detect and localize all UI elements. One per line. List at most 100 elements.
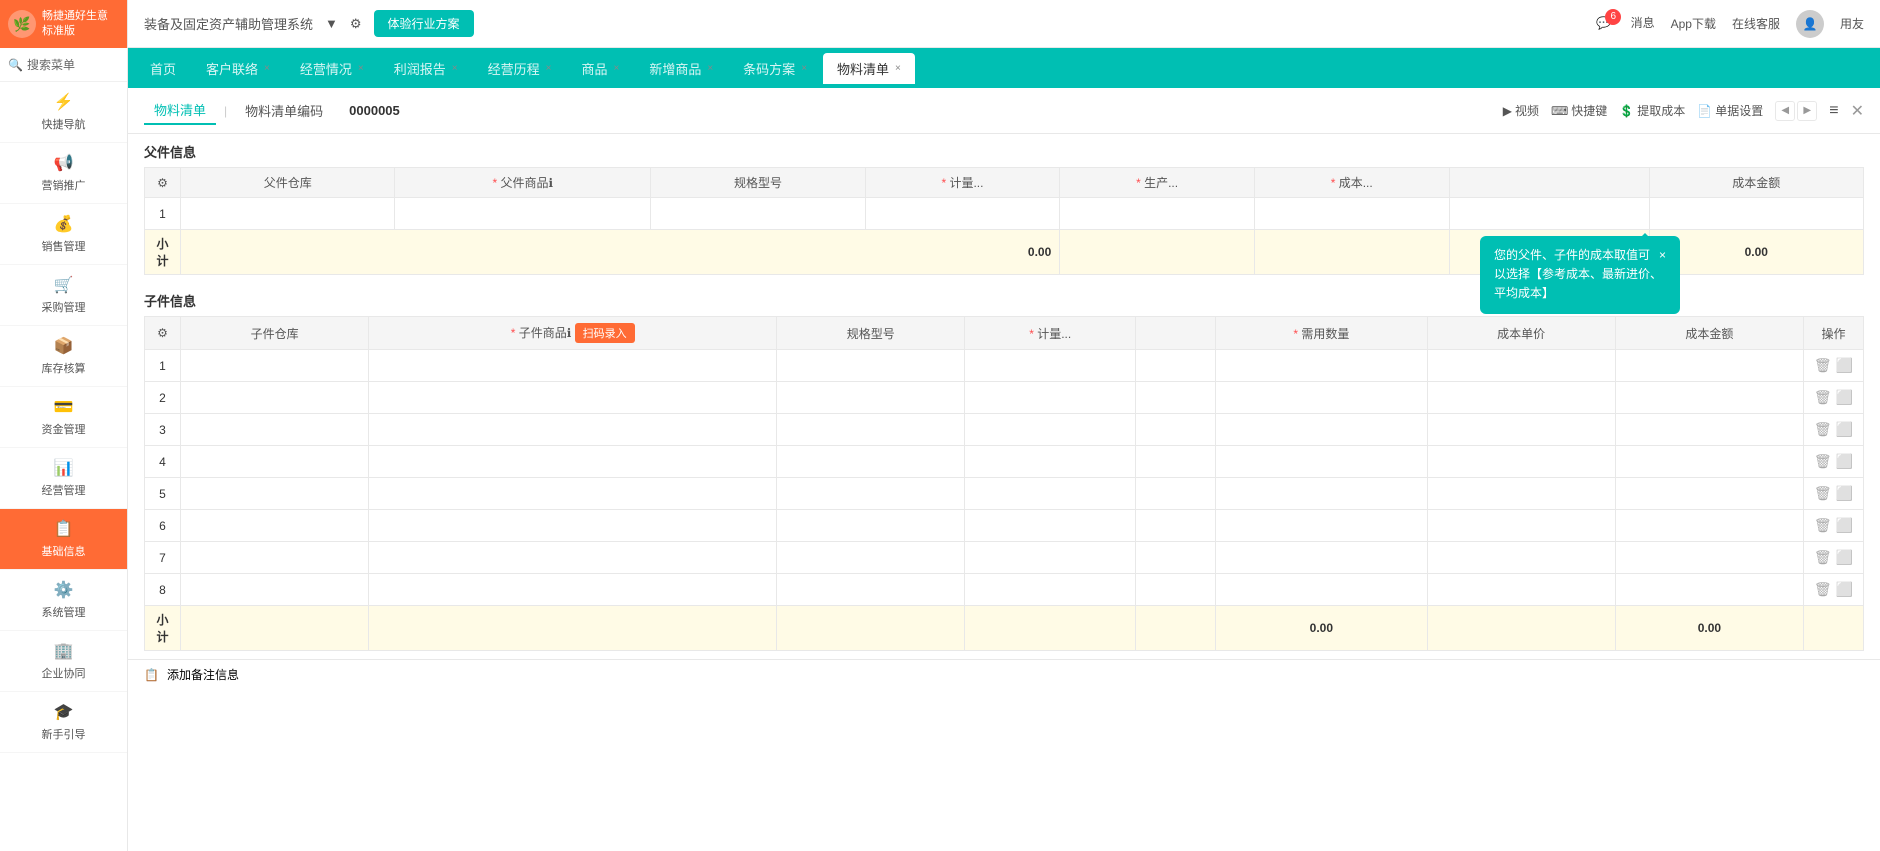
sidebar-item-system[interactable]: ⚙️系统管理 <box>0 570 127 631</box>
child-row-3-warehouse[interactable] <box>181 414 369 446</box>
message-btn[interactable]: 💬6 消息 <box>1596 14 1654 33</box>
tab-close-goods[interactable]: × <box>613 63 619 74</box>
tab-close-bom[interactable]: × <box>895 63 901 74</box>
delete-icon-row-6[interactable]: 🗑 <box>1814 517 1832 534</box>
parent-col-settings[interactable]: ⚙ <box>145 168 181 198</box>
child-row-2-warehouse[interactable] <box>181 382 369 414</box>
app-download-btn[interactable]: App下载 <box>1671 15 1716 32</box>
tab-close-operations-status[interactable]: × <box>358 63 364 74</box>
delete-icon-row-8[interactable]: 🗑 <box>1814 581 1832 598</box>
breadcrumb-tab-bom[interactable]: 物料清单 <box>144 96 216 125</box>
child-row-6-unit[interactable] <box>965 510 1136 542</box>
dropdown-icon[interactable]: ▼ <box>325 16 338 31</box>
copy-icon-row-4[interactable]: ⬜ <box>1836 453 1853 470</box>
child-row-3-goods[interactable] <box>369 414 777 446</box>
tab-close-operations-history[interactable]: × <box>546 63 552 74</box>
delete-icon-row-2[interactable]: 🗑 <box>1814 389 1832 406</box>
child-row-4-qty[interactable] <box>1216 446 1427 478</box>
child-row-5-warehouse[interactable] <box>181 478 369 510</box>
online-service-btn[interactable]: 在线客服 <box>1732 15 1780 32</box>
child-row-5-unit[interactable] <box>965 478 1136 510</box>
child-row-1-qty[interactable] <box>1216 350 1427 382</box>
copy-icon-row-2[interactable]: ⬜ <box>1836 389 1853 406</box>
child-row-1-goods[interactable] <box>369 350 777 382</box>
parent-row-1-production[interactable] <box>1060 198 1255 230</box>
tab-operations-status[interactable]: 经营情况× <box>286 53 378 84</box>
tab-close-profit-report[interactable]: × <box>452 63 458 74</box>
child-row-4-goods[interactable] <box>369 446 777 478</box>
sidebar-item-guide[interactable]: 🎓新手引导 <box>0 692 127 753</box>
child-row-7-spec[interactable] <box>777 542 965 574</box>
child-row-8-unit[interactable] <box>965 574 1136 606</box>
child-row-3-unit[interactable] <box>965 414 1136 446</box>
sidebar-item-finance[interactable]: 💳资金管理 <box>0 387 127 448</box>
sidebar-item-inventory[interactable]: 📦库存核算 <box>0 326 127 387</box>
delete-icon-row-1[interactable]: 🗑 <box>1814 357 1832 374</box>
next-arrow[interactable]: ▶ <box>1797 101 1817 121</box>
tab-add-goods[interactable]: 新增商品× <box>635 53 727 84</box>
tab-bom[interactable]: 物料清单× <box>823 53 915 84</box>
child-row-7-unit[interactable] <box>965 542 1136 574</box>
parent-row-1-spec[interactable] <box>651 198 865 230</box>
sidebar-search[interactable]: 🔍 搜索菜单 <box>0 48 127 82</box>
delete-icon-row-3[interactable]: 🗑 <box>1814 421 1832 438</box>
get-cost-btn[interactable]: 💲 提取成本 <box>1619 102 1685 119</box>
tab-profit-report[interactable]: 利润报告× <box>380 53 472 84</box>
scan-btn[interactable]: 扫码录入 <box>575 323 635 343</box>
sidebar-item-marketing[interactable]: 📢营销推广 <box>0 143 127 204</box>
child-row-8-unit-cost[interactable] <box>1427 574 1615 606</box>
delete-icon-row-4[interactable]: 🗑 <box>1814 453 1832 470</box>
child-row-6-unit-cost[interactable] <box>1427 510 1615 542</box>
breadcrumb-tab-code[interactable]: 物料清单编码 <box>235 97 333 124</box>
child-row-8-spec[interactable] <box>777 574 965 606</box>
child-row-7-unit-cost[interactable] <box>1427 542 1615 574</box>
child-row-3-spec[interactable] <box>777 414 965 446</box>
child-row-7-qty[interactable] <box>1216 542 1427 574</box>
tab-close-barcode[interactable]: × <box>801 63 807 74</box>
child-row-6-spec[interactable] <box>777 510 965 542</box>
tab-home[interactable]: 首页 <box>136 53 190 84</box>
sidebar-item-sales[interactable]: 💰销售管理 <box>0 204 127 265</box>
child-row-4-unit[interactable] <box>965 446 1136 478</box>
trial-button[interactable]: 体验行业方案 <box>374 10 474 37</box>
sidebar-item-purchase[interactable]: 🛒采购管理 <box>0 265 127 326</box>
child-row-6-goods[interactable] <box>369 510 777 542</box>
prev-arrow[interactable]: ◀ <box>1775 101 1795 121</box>
copy-icon-row-1[interactable]: ⬜ <box>1836 357 1853 374</box>
shortcut-btn[interactable]: ⌨ 快捷键 <box>1551 102 1607 119</box>
child-row-6-qty[interactable] <box>1216 510 1427 542</box>
sidebar-item-enterprise[interactable]: 🏢企业协同 <box>0 631 127 692</box>
child-row-2-spec[interactable] <box>777 382 965 414</box>
child-row-1-warehouse[interactable] <box>181 350 369 382</box>
child-col-settings[interactable]: ⚙ <box>145 317 181 350</box>
tab-barcode[interactable]: 条码方案× <box>729 53 821 84</box>
child-row-3-unit-cost[interactable] <box>1427 414 1615 446</box>
view-toggle[interactable]: ≡ <box>1829 102 1838 120</box>
sidebar-item-operations[interactable]: 📊经营管理 <box>0 448 127 509</box>
copy-icon-row-6[interactable]: ⬜ <box>1836 517 1853 534</box>
child-row-4-warehouse[interactable] <box>181 446 369 478</box>
sidebar-item-quick-nav[interactable]: ⚡快捷导航 <box>0 82 127 143</box>
child-row-5-unit-cost[interactable] <box>1427 478 1615 510</box>
tab-operations-history[interactable]: 经营历程× <box>474 53 566 84</box>
settings-icon[interactable]: ⚙ <box>350 16 362 32</box>
child-row-7-warehouse[interactable] <box>181 542 369 574</box>
copy-icon-row-8[interactable]: ⬜ <box>1836 581 1853 598</box>
child-row-2-goods[interactable] <box>369 382 777 414</box>
tab-close-customer[interactable]: × <box>264 63 270 74</box>
copy-icon-row-7[interactable]: ⬜ <box>1836 549 1853 566</box>
tab-customer[interactable]: 客户联络× <box>192 53 284 84</box>
child-row-5-qty[interactable] <box>1216 478 1427 510</box>
child-row-3-qty[interactable] <box>1216 414 1427 446</box>
tooltip-close-btn[interactable]: × <box>1659 246 1666 265</box>
copy-icon-row-5[interactable]: ⬜ <box>1836 485 1853 502</box>
child-row-2-unit[interactable] <box>965 382 1136 414</box>
child-row-8-goods[interactable] <box>369 574 777 606</box>
video-btn[interactable]: ▶ 视频 <box>1503 102 1539 119</box>
close-tab-btn[interactable]: ✕ <box>1851 101 1864 121</box>
child-row-8-warehouse[interactable] <box>181 574 369 606</box>
child-row-6-warehouse[interactable] <box>181 510 369 542</box>
tab-close-add-goods[interactable]: × <box>707 63 713 74</box>
child-row-1-unit-cost[interactable] <box>1427 350 1615 382</box>
child-row-4-unit-cost[interactable] <box>1427 446 1615 478</box>
